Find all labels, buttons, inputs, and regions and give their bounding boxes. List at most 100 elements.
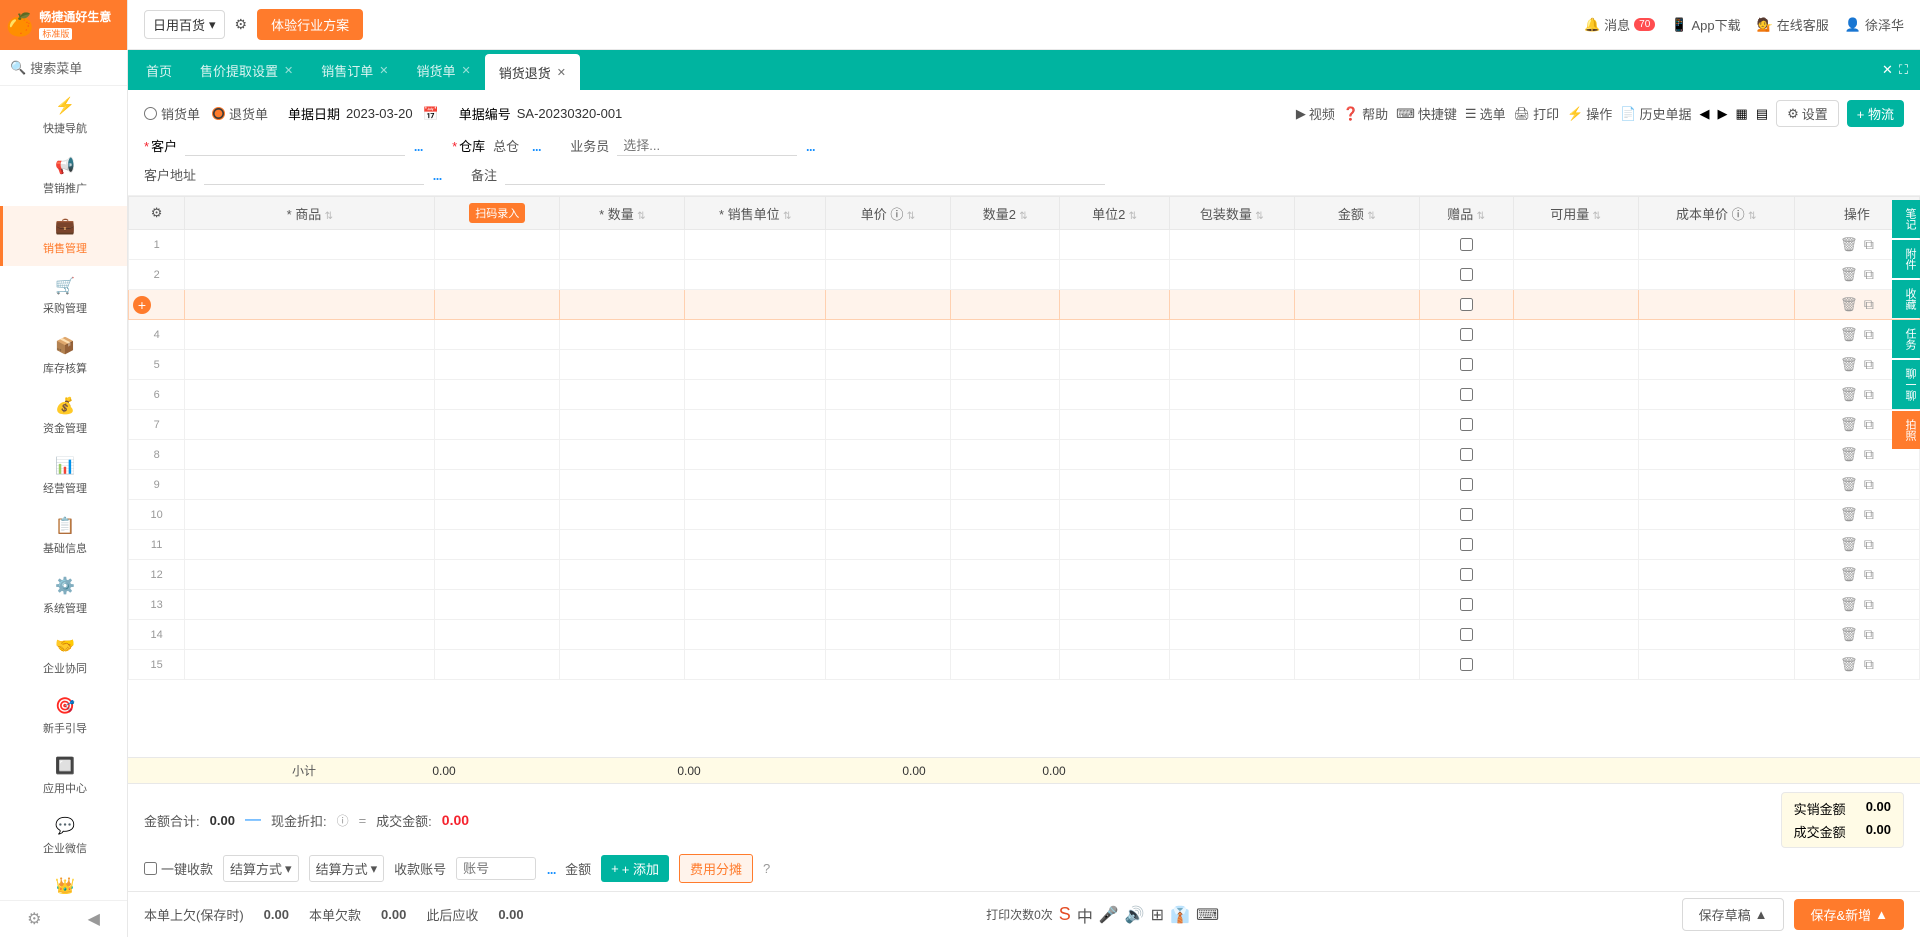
delete-row-btn-9[interactable]: 🗑 xyxy=(1840,476,1858,493)
qty2-cell-11[interactable] xyxy=(950,530,1059,560)
delete-row-btn-1[interactable]: 🗑 xyxy=(1840,236,1858,253)
shortcuts-btn[interactable]: ⌨ 快捷键 xyxy=(1396,104,1457,123)
sidebar-item-marketing[interactable]: 📢 营销推广 xyxy=(0,146,127,206)
sort-pack-qty-icon[interactable]: ⇅ xyxy=(1255,211,1263,222)
product-cell-15[interactable] xyxy=(185,650,435,680)
online-service-btn[interactable]: 💁 在线客服 xyxy=(1757,15,1829,34)
mic-icon[interactable]: 🎤 xyxy=(1099,905,1119,925)
qty-cell-12[interactable] xyxy=(560,560,685,590)
available-cell-2[interactable] xyxy=(1513,260,1638,290)
gift-cell-3[interactable] xyxy=(1419,290,1513,320)
save-new-btn[interactable]: 保存&新增 ▲ xyxy=(1794,899,1904,930)
pack-qty-cell-9[interactable] xyxy=(1169,470,1294,500)
sidebar-item-inventory[interactable]: 📦 库存核算 xyxy=(0,326,127,386)
qty2-cell-8[interactable] xyxy=(950,440,1059,470)
unit2-cell-7[interactable] xyxy=(1060,410,1169,440)
price-cell-1[interactable] xyxy=(825,230,950,260)
price-cell-9[interactable] xyxy=(825,470,950,500)
price-cell-5[interactable] xyxy=(825,350,950,380)
pack-qty-cell-6[interactable] xyxy=(1169,380,1294,410)
pack-qty-cell-8[interactable] xyxy=(1169,440,1294,470)
product-cell-12[interactable] xyxy=(185,560,435,590)
unit2-cell-11[interactable] xyxy=(1060,530,1169,560)
tab-price-extract[interactable]: 售价提取设置 ✕ xyxy=(186,50,307,90)
copy-row-btn-5[interactable]: ⧉ xyxy=(1864,356,1874,373)
one-click-checkbox[interactable] xyxy=(144,862,157,875)
sidebar-item-apps[interactable]: 🔲 应用中心 xyxy=(0,746,127,806)
available-cell-7[interactable] xyxy=(1513,410,1638,440)
unit2-cell-2[interactable] xyxy=(1060,260,1169,290)
address-input[interactable] xyxy=(204,165,424,185)
notes-input[interactable] xyxy=(505,165,1105,185)
app-download-btn[interactable]: 📱 App下载 xyxy=(1671,15,1740,34)
available-cell-9[interactable] xyxy=(1513,470,1638,500)
available-cell-3[interactable] xyxy=(1513,290,1638,320)
product-cell-4[interactable] xyxy=(185,320,435,350)
salesperson-dots-btn[interactable]: ... xyxy=(805,135,814,156)
add-row-btn[interactable]: + xyxy=(133,296,151,314)
gift-cell-15[interactable] xyxy=(1419,650,1513,680)
available-cell-10[interactable] xyxy=(1513,500,1638,530)
cost-cell-4[interactable] xyxy=(1638,320,1794,350)
gift-cell-9[interactable] xyxy=(1419,470,1513,500)
unit-cell-8[interactable] xyxy=(685,440,826,470)
list-view-icon[interactable]: ▦ xyxy=(1736,106,1748,122)
cta-button[interactable]: 体验行业方案 xyxy=(257,9,363,40)
sort-available-icon[interactable]: ⇅ xyxy=(1593,211,1601,222)
qty2-cell-7[interactable] xyxy=(950,410,1059,440)
settings-icon[interactable]: ⚙ xyxy=(27,909,41,929)
cost-cell-14[interactable] xyxy=(1638,620,1794,650)
product-cell-7[interactable] xyxy=(185,410,435,440)
delete-row-btn-11[interactable]: 🗑 xyxy=(1840,536,1858,553)
pack-qty-cell-7[interactable] xyxy=(1169,410,1294,440)
cost-cell-7[interactable] xyxy=(1638,410,1794,440)
qty-cell-9[interactable] xyxy=(560,470,685,500)
calc-method-select[interactable]: 结算方式 ▾ xyxy=(309,855,385,882)
close-tab-icon[interactable]: ✕ xyxy=(1882,62,1893,78)
delete-row-btn-3[interactable]: 🗑 xyxy=(1840,296,1858,313)
sidebar-item-partner[interactable]: 🤝 企业协同 xyxy=(0,626,127,686)
pack-qty-cell-14[interactable] xyxy=(1169,620,1294,650)
delete-row-btn-4[interactable]: 🗑 xyxy=(1840,326,1858,343)
next-doc-icon[interactable]: ▶ xyxy=(1718,106,1728,122)
tab-sales-return[interactable]: 销货退货 ✕ xyxy=(485,54,580,90)
product-cell-3[interactable] xyxy=(185,290,435,320)
sidebar-item-guide[interactable]: 🎯 新手引导 xyxy=(0,686,127,746)
gift-cell-13[interactable] xyxy=(1419,590,1513,620)
product-cell-13[interactable] xyxy=(185,590,435,620)
cost-cell-10[interactable] xyxy=(1638,500,1794,530)
unit-cell-7[interactable] xyxy=(685,410,826,440)
available-cell-14[interactable] xyxy=(1513,620,1638,650)
unit-cell-1[interactable] xyxy=(685,230,826,260)
unit2-cell-4[interactable] xyxy=(1060,320,1169,350)
amount-cell-5[interactable] xyxy=(1294,350,1419,380)
pack-qty-cell-12[interactable] xyxy=(1169,560,1294,590)
price-cell-11[interactable] xyxy=(825,530,950,560)
select-doc-btn[interactable]: ☰ 选单 xyxy=(1465,104,1506,123)
product-cell-10[interactable] xyxy=(185,500,435,530)
available-cell-5[interactable] xyxy=(1513,350,1638,380)
voice-icon[interactable]: 🔊 xyxy=(1125,905,1145,925)
tab-price-extract-close[interactable]: ✕ xyxy=(284,64,293,77)
copy-row-btn-7[interactable]: ⧉ xyxy=(1864,416,1874,433)
cost-cell-3[interactable] xyxy=(1638,290,1794,320)
gift-cell-2[interactable] xyxy=(1419,260,1513,290)
price-cell-6[interactable] xyxy=(825,380,950,410)
available-cell-4[interactable] xyxy=(1513,320,1638,350)
cost-cell-2[interactable] xyxy=(1638,260,1794,290)
unit-cell-6[interactable] xyxy=(685,380,826,410)
qty-cell-7[interactable] xyxy=(560,410,685,440)
price-cell-3[interactable] xyxy=(825,290,950,320)
unit-cell-10[interactable] xyxy=(685,500,826,530)
qty-cell-10[interactable] xyxy=(560,500,685,530)
available-cell-11[interactable] xyxy=(1513,530,1638,560)
tab-sales-delivery[interactable]: 销货单 ✕ xyxy=(402,50,484,90)
product-cell-2[interactable] xyxy=(185,260,435,290)
pack-qty-cell-15[interactable] xyxy=(1169,650,1294,680)
available-cell-13[interactable] xyxy=(1513,590,1638,620)
amount-cell-14[interactable] xyxy=(1294,620,1419,650)
amount-cell-13[interactable] xyxy=(1294,590,1419,620)
gift-cell-6[interactable] xyxy=(1419,380,1513,410)
sidebar-item-purchase[interactable]: 🛒 采购管理 xyxy=(0,266,127,326)
copy-row-btn-14[interactable]: ⧉ xyxy=(1864,626,1874,643)
